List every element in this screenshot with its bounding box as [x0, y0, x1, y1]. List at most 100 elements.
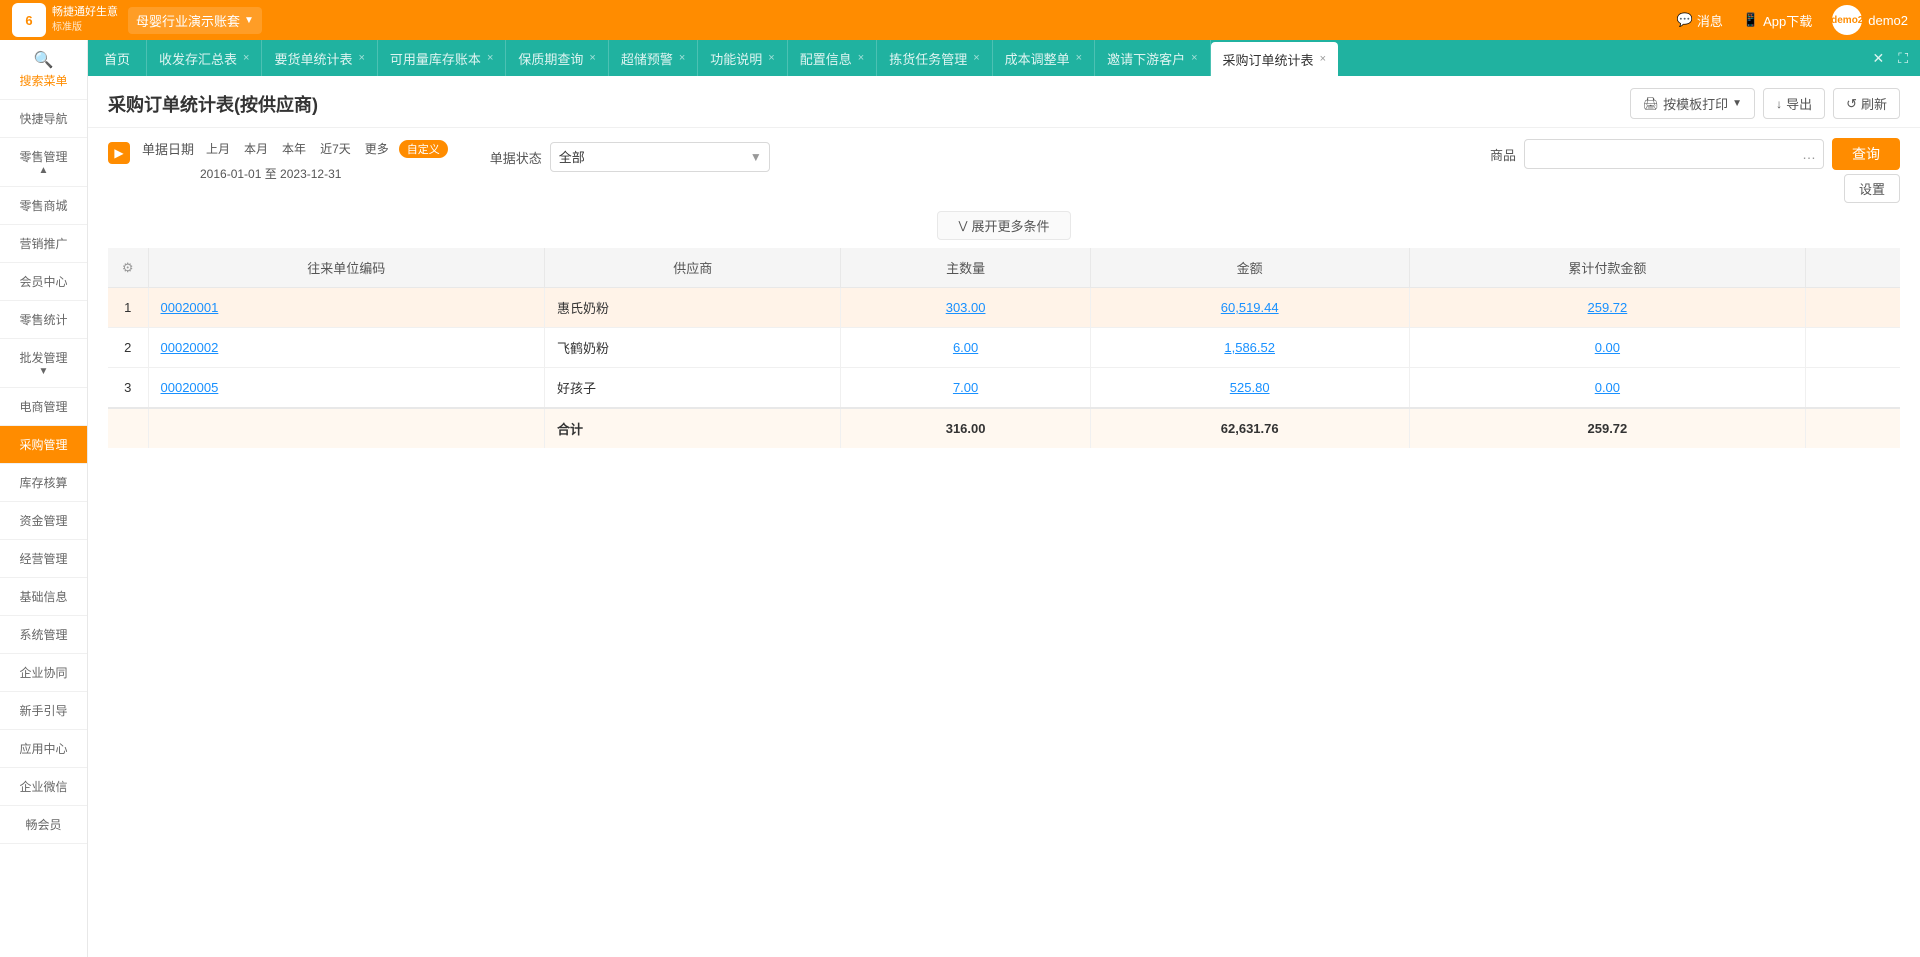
date-filter-label: 单据日期	[142, 139, 194, 158]
tab-close-icon[interactable]: ×	[973, 52, 979, 64]
tab-close-all-button[interactable]: ✕	[1868, 46, 1888, 71]
row-supplier: 好孩子	[545, 368, 841, 409]
query-button[interactable]: 查询	[1832, 138, 1900, 170]
avatar: demo2	[1832, 5, 1862, 35]
tab-close-icon[interactable]: ×	[1191, 52, 1197, 64]
tab-pick-task[interactable]: 拣货任务管理 ×	[877, 40, 992, 76]
app-download-icon: 📱	[1743, 12, 1759, 28]
sidebar-item-vip[interactable]: 畅会员	[0, 806, 87, 844]
custom-date-badge[interactable]: 自定义	[399, 140, 448, 158]
row-paid-amount[interactable]: 0.00	[1409, 328, 1806, 368]
tab-func-desc[interactable]: 功能说明 ×	[698, 40, 787, 76]
date-range-display: 2016-01-01 至 2023-12-31	[200, 165, 341, 182]
print-icon: 🖨	[1643, 96, 1660, 112]
sidebar-item-marketing[interactable]: 营销推广	[0, 225, 87, 263]
settings-button[interactable]: 设置	[1844, 174, 1900, 203]
status-select-wrapper[interactable]: 全部 待审核 已审核 已作废 ▼	[550, 142, 770, 172]
tab-invite-downstream[interactable]: 邀请下游客户 ×	[1095, 40, 1210, 76]
row-paid-amount[interactable]: 0.00	[1409, 368, 1806, 409]
tab-close-icon[interactable]: ×	[243, 52, 249, 64]
tab-receive-report[interactable]: 收发存汇总表 ×	[147, 40, 262, 76]
export-icon: ↓	[1776, 97, 1782, 111]
filter-toggle-button[interactable]: ▶	[108, 142, 130, 164]
date-shortcut-this-month[interactable]: 本月	[240, 138, 272, 159]
goods-more-icon[interactable]: …	[1802, 146, 1816, 162]
row-amount[interactable]: 525.80	[1090, 368, 1409, 409]
workspace-selector[interactable]: 母婴行业演示账套 ▼	[128, 7, 262, 34]
date-shortcut-more[interactable]: 更多	[361, 138, 393, 159]
tab-bar-actions: ✕ ⛶	[1868, 46, 1920, 71]
row-amount[interactable]: 60,519.44	[1090, 288, 1409, 328]
tab-close-icon[interactable]: ×	[589, 52, 595, 64]
tab-purchase-stats[interactable]: 要货单统计表 ×	[262, 40, 377, 76]
app-download-button[interactable]: 📱 App下载	[1743, 11, 1812, 30]
date-shortcut-7days[interactable]: 近7天	[316, 138, 355, 159]
col-extra-header	[1806, 248, 1900, 288]
expand-more-button[interactable]: ⋁ 展开更多条件	[937, 211, 1070, 240]
expand-icon: ⋁	[958, 219, 967, 232]
tab-close-icon[interactable]: ×	[768, 52, 774, 64]
sidebar-item-search[interactable]: 🔍 搜索菜单	[0, 40, 87, 100]
sidebar-item-purchase[interactable]: 采购管理	[0, 426, 87, 464]
sidebar-item-appcenter[interactable]: 应用中心	[0, 730, 87, 768]
tab-close-icon[interactable]: ×	[858, 52, 864, 64]
summary-amount: 62,631.76	[1090, 408, 1409, 448]
sidebar-item-enterprise[interactable]: 企业协同	[0, 654, 87, 692]
sidebar-item-retail-stats[interactable]: 零售统计	[0, 301, 87, 339]
sidebar-item-system[interactable]: 系统管理	[0, 616, 87, 654]
sidebar-item-newbie[interactable]: 新手引导	[0, 692, 87, 730]
sidebar-item-finance[interactable]: 资金管理	[0, 502, 87, 540]
refresh-icon: ↺	[1846, 96, 1857, 112]
tab-close-icon[interactable]: ×	[358, 52, 364, 64]
row-code[interactable]: 00020005	[148, 368, 545, 409]
export-button[interactable]: ↓ 导出	[1763, 88, 1825, 119]
sidebar-item-operation[interactable]: 经营管理	[0, 540, 87, 578]
tab-overstock[interactable]: 超储预警 ×	[609, 40, 698, 76]
tab-active-close-icon[interactable]: ×	[1320, 53, 1326, 65]
tab-home[interactable]: 首页	[88, 40, 147, 76]
sidebar-item-ecommerce[interactable]: 电商管理	[0, 388, 87, 426]
row-qty[interactable]: 6.00	[841, 328, 1090, 368]
row-qty[interactable]: 303.00	[841, 288, 1090, 328]
col-paid-amount-header: 累计付款金额	[1409, 248, 1806, 288]
sidebar-item-shop[interactable]: 零售商城	[0, 187, 87, 225]
tab-purchase-order-stats[interactable]: 采购订单统计表 ×	[1211, 42, 1338, 76]
sidebar-item-retail[interactable]: 零售管理 ▲	[0, 138, 87, 187]
table-row: 1 00020001 惠氏奶粉 303.00 60,519.44 259.72	[108, 288, 1900, 328]
print-button[interactable]: 🖨 按模板打印 ▼	[1630, 88, 1755, 119]
tab-maximize-button[interactable]: ⛶	[1894, 46, 1912, 71]
message-button[interactable]: 💬 消息	[1677, 11, 1723, 30]
date-shortcut-last-month[interactable]: 上月	[202, 138, 234, 159]
tab-close-icon[interactable]: ×	[487, 52, 493, 64]
row-code[interactable]: 00020002	[148, 328, 545, 368]
col-gear[interactable]: ⚙	[108, 248, 148, 288]
workspace-name: 母婴行业演示账套	[136, 11, 240, 30]
date-shortcut-this-year[interactable]: 本年	[278, 138, 310, 159]
tab-config[interactable]: 配置信息 ×	[788, 40, 877, 76]
logo-text: 畅捷通好生意 标准版	[52, 5, 118, 34]
row-index: 1	[108, 288, 148, 328]
table-settings-icon[interactable]: ⚙	[122, 260, 134, 275]
sidebar-item-inventory[interactable]: 库存核算	[0, 464, 87, 502]
status-select[interactable]: 全部 待审核 已审核 已作废	[550, 142, 770, 172]
user-area[interactable]: demo2 demo2	[1832, 5, 1908, 35]
tab-close-icon[interactable]: ×	[1076, 52, 1082, 64]
sidebar-item-wechat[interactable]: 企业微信	[0, 768, 87, 806]
sidebar-item-basic[interactable]: 基础信息	[0, 578, 87, 616]
row-code[interactable]: 00020001	[148, 288, 545, 328]
row-amount[interactable]: 1,586.52	[1090, 328, 1409, 368]
row-qty[interactable]: 7.00	[841, 368, 1090, 409]
row-paid-amount[interactable]: 259.72	[1409, 288, 1806, 328]
tab-warranty-query[interactable]: 保质期查询 ×	[506, 40, 608, 76]
tab-cost-adj[interactable]: 成本调整单 ×	[993, 40, 1095, 76]
sidebar-item-member[interactable]: 会员中心	[0, 263, 87, 301]
goods-search-input[interactable]	[1524, 139, 1824, 169]
tab-available-inventory[interactable]: 可用量库存账本 ×	[378, 40, 506, 76]
tab-close-icon[interactable]: ×	[679, 52, 685, 64]
print-dropdown-icon: ▼	[1732, 98, 1742, 109]
sidebar-item-nav[interactable]: 快捷导航	[0, 100, 87, 138]
sidebar-item-wholesale[interactable]: 批发管理 ▼	[0, 339, 87, 388]
refresh-button[interactable]: ↺ 刷新	[1833, 88, 1900, 119]
username-label: demo2	[1868, 13, 1908, 28]
date-shortcuts: 上月 本月 本年 近7天 更多 自定义	[202, 138, 448, 159]
